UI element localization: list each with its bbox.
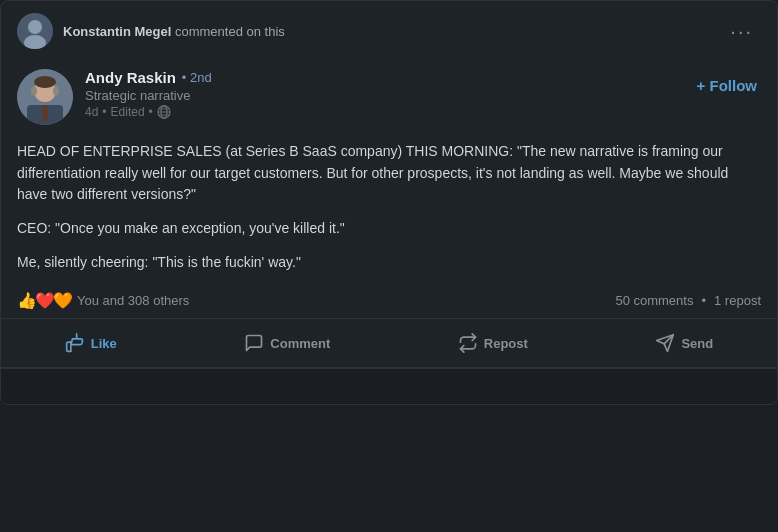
commenter-bar: Konstantin Megel commented on this ··· xyxy=(1,1,777,57)
comment-icon xyxy=(244,333,264,353)
heart-emoji: ❤️ xyxy=(35,291,55,310)
like-emoji: 👍 xyxy=(17,291,37,310)
author-section: Andy Raskin • 2nd Strategic narrative 4d… xyxy=(1,57,777,133)
emoji-icons: 👍 ❤️ 🧡 xyxy=(17,291,71,310)
author-name[interactable]: Andy Raskin xyxy=(85,69,176,86)
svg-point-8 xyxy=(31,86,37,96)
repost-label: Repost xyxy=(484,336,528,351)
action-bar: Like Comment Repost Send xyxy=(1,319,777,368)
author-degree: • 2nd xyxy=(182,70,212,85)
author-meta: 4d • Edited • xyxy=(85,105,681,119)
send-label: Send xyxy=(681,336,713,351)
repost-icon xyxy=(458,333,478,353)
repost-count[interactable]: 1 repost xyxy=(714,293,761,308)
author-avatar[interactable] xyxy=(17,69,73,125)
reactions-left: 👍 ❤️ 🧡 You and 308 others xyxy=(17,291,189,310)
reactions-bar: 👍 ❤️ 🧡 You and 308 others 50 comments • … xyxy=(1,285,777,319)
svg-point-1 xyxy=(28,20,42,34)
comment-label: Comment xyxy=(270,336,330,351)
comment-button[interactable]: Comment xyxy=(224,323,350,363)
author-title: Strategic narrative xyxy=(85,88,681,103)
bottom-strip xyxy=(1,368,777,404)
globe-icon xyxy=(157,105,171,119)
like-icon xyxy=(65,333,85,353)
post-time: 4d xyxy=(85,105,98,119)
commenter-name: Konstantin Megel xyxy=(63,24,171,39)
author-name-row: Andy Raskin • 2nd xyxy=(85,69,681,86)
author-info: Andy Raskin • 2nd Strategic narrative 4d… xyxy=(85,69,681,119)
follow-button[interactable]: + Follow xyxy=(693,69,761,102)
comments-count[interactable]: 50 comments xyxy=(615,293,693,308)
separator: • xyxy=(701,293,706,308)
reactions-right: 50 comments • 1 repost xyxy=(615,293,761,308)
repost-button[interactable]: Repost xyxy=(438,323,548,363)
like-label: Like xyxy=(91,336,117,351)
reaction-count-text[interactable]: You and 308 others xyxy=(77,293,189,308)
commenter-info: Konstantin Megel commented on this xyxy=(63,24,712,39)
post-content: HEAD OF ENTERPRISE SALES (at Series B Sa… xyxy=(1,133,777,285)
edited-label: Edited xyxy=(111,105,145,119)
svg-point-9 xyxy=(53,86,59,96)
svg-rect-5 xyxy=(42,105,48,121)
post-paragraph-3: Me, silently cheering: "This is the fuck… xyxy=(17,252,761,274)
send-icon xyxy=(655,333,675,353)
celebrate-emoji: 🧡 xyxy=(53,291,73,310)
post-paragraph-2: CEO: "Once you make an exception, you've… xyxy=(17,218,761,240)
commented-text: commented on this xyxy=(175,24,285,39)
send-button[interactable]: Send xyxy=(635,323,733,363)
like-button[interactable]: Like xyxy=(45,323,137,363)
more-options-button[interactable]: ··· xyxy=(722,16,761,47)
commenter-avatar xyxy=(17,13,53,49)
svg-point-7 xyxy=(34,76,56,88)
post-paragraph-1: HEAD OF ENTERPRISE SALES (at Series B Sa… xyxy=(17,141,761,206)
